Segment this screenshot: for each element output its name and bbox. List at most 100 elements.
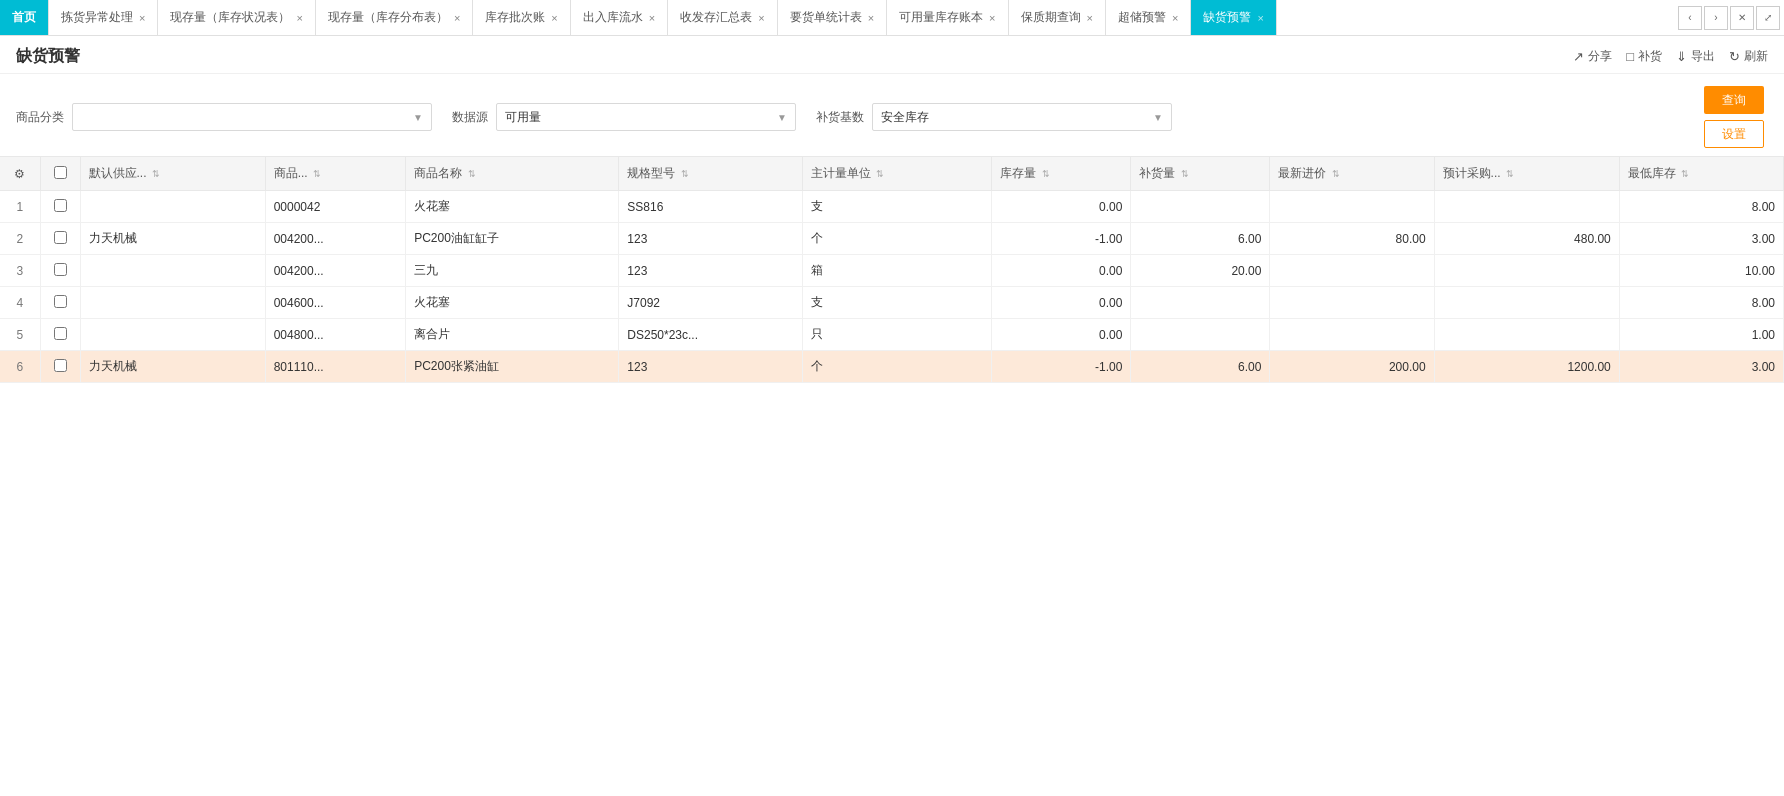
tab-batch-account[interactable]: 库存批次账 ×: [473, 0, 570, 36]
tab-prev-button[interactable]: ‹: [1678, 6, 1702, 30]
row-name-4: 火花塞: [406, 287, 619, 319]
tab-expiry-query-close[interactable]: ×: [1087, 12, 1093, 24]
tab-inventory-status[interactable]: 现存量（库存状况表） ×: [158, 0, 315, 36]
col-gear[interactable]: ⚙: [0, 157, 40, 191]
row-replenish-qty-1: [1131, 191, 1270, 223]
tab-available-ledger-close[interactable]: ×: [989, 12, 995, 24]
row-checkbox-2[interactable]: [54, 231, 67, 244]
category-select[interactable]: ▼: [72, 103, 432, 131]
row-stock-4: 0.00: [992, 287, 1131, 319]
tab-inventory-status-close[interactable]: ×: [296, 12, 302, 24]
row-supplier-5: [80, 319, 265, 351]
tab-order-stats-close[interactable]: ×: [868, 12, 874, 24]
row-latest-price-3: [1270, 255, 1434, 287]
row-latest-price-4: [1270, 287, 1434, 319]
col-check-header: [40, 157, 80, 191]
page-header: 缺货预警 ↗ 分享 □ 补货 ⇓ 导出 ↻ 刷新: [0, 36, 1784, 74]
row-stock-3: 0.00: [992, 255, 1131, 287]
col-min-stock-label: 最低库存: [1628, 166, 1676, 180]
export-action[interactable]: ⇓ 导出: [1676, 48, 1715, 65]
category-select-arrow: ▼: [413, 112, 423, 123]
row-code-3: 004200...: [265, 255, 406, 287]
query-button[interactable]: 查询: [1704, 86, 1764, 114]
tab-receipt-summary-close[interactable]: ×: [758, 12, 764, 24]
col-replenish-qty-header[interactable]: 补货量 ⇅: [1131, 157, 1270, 191]
row-checkbox-6[interactable]: [54, 359, 67, 372]
col-unit-header[interactable]: 主计量单位 ⇅: [803, 157, 992, 191]
tab-inout-flow-close[interactable]: ×: [649, 12, 655, 24]
col-name-header[interactable]: 商品名称 ⇅: [406, 157, 619, 191]
row-check-6[interactable]: [40, 351, 80, 383]
col-min-stock-header[interactable]: 最低库存 ⇅: [1619, 157, 1783, 191]
select-all-checkbox[interactable]: [54, 166, 67, 179]
tab-shortage-warn[interactable]: 缺货预警 ×: [1191, 0, 1276, 36]
col-stock-label: 库存量: [1000, 166, 1036, 180]
datasource-select-value: 可用量: [505, 109, 541, 126]
refresh-action[interactable]: ↻ 刷新: [1729, 48, 1768, 65]
row-spec-4: J7092: [619, 287, 803, 319]
row-est-purchase-1: [1434, 191, 1619, 223]
tab-order-stats[interactable]: 要货单统计表 ×: [778, 0, 887, 36]
row-checkbox-1[interactable]: [54, 199, 67, 212]
row-supplier-3: [80, 255, 265, 287]
col-latest-price-header[interactable]: 最新进价 ⇅: [1270, 157, 1434, 191]
tab-overstock-warn-close[interactable]: ×: [1172, 12, 1178, 24]
col-est-purchase-sort-icon: ⇅: [1506, 169, 1514, 179]
replenish-icon: □: [1626, 49, 1634, 64]
row-name-2: PC200油缸缸子: [406, 223, 619, 255]
tab-receipt-summary-label: 收发存汇总表: [680, 9, 752, 26]
tab-available-ledger-label: 可用量库存账本: [899, 9, 983, 26]
col-est-purchase-header[interactable]: 预计采购... ⇅: [1434, 157, 1619, 191]
row-checkbox-5[interactable]: [54, 327, 67, 340]
row-check-3[interactable]: [40, 255, 80, 287]
share-action[interactable]: ↗ 分享: [1573, 48, 1612, 65]
datasource-select[interactable]: 可用量 ▼: [496, 103, 796, 131]
replenish-select[interactable]: 安全库存 ▼: [872, 103, 1172, 131]
tab-batch-account-close[interactable]: ×: [551, 12, 557, 24]
col-est-purchase-label: 预计采购...: [1443, 166, 1501, 180]
tab-inventory-dist-close[interactable]: ×: [454, 12, 460, 24]
col-supplier-header[interactable]: 默认供应... ⇅: [80, 157, 265, 191]
col-spec-header[interactable]: 规格型号 ⇅: [619, 157, 803, 191]
tab-shortage-warn-close[interactable]: ×: [1257, 12, 1263, 24]
tab-close-all-button[interactable]: ✕: [1730, 6, 1754, 30]
table-row: 6 力天机械 801110... PC200张紧油缸 123 个 -1.00 6…: [0, 351, 1784, 383]
row-check-2[interactable]: [40, 223, 80, 255]
tab-overstock-warn[interactable]: 超储预警 ×: [1106, 0, 1191, 36]
refresh-icon: ↻: [1729, 49, 1740, 64]
tab-receipt-summary[interactable]: 收发存汇总表 ×: [668, 0, 777, 36]
tab-available-ledger[interactable]: 可用量库存账本 ×: [887, 0, 1008, 36]
table-row: 1 0000042 火花塞 SS816 支 0.00 8.00: [0, 191, 1784, 223]
tab-fullscreen-button[interactable]: ⤢: [1756, 6, 1780, 30]
tab-exception[interactable]: 拣货异常处理 ×: [49, 0, 158, 36]
tab-exception-close[interactable]: ×: [139, 12, 145, 24]
row-code-5: 004800...: [265, 319, 406, 351]
row-latest-price-5: [1270, 319, 1434, 351]
tab-inout-flow[interactable]: 出入库流水 ×: [571, 0, 668, 36]
tab-expiry-query[interactable]: 保质期查询 ×: [1009, 0, 1106, 36]
row-min-stock-6: 3.00: [1619, 351, 1783, 383]
row-checkbox-3[interactable]: [54, 263, 67, 276]
row-check-1[interactable]: [40, 191, 80, 223]
row-num-1: 1: [0, 191, 40, 223]
replenish-action[interactable]: □ 补货: [1626, 48, 1662, 65]
replenish-filter-label: 补货基数: [816, 109, 864, 126]
col-name-label: 商品名称: [414, 166, 462, 180]
tab-inventory-dist[interactable]: 现存量（库存分布表） ×: [316, 0, 473, 36]
col-spec-label: 规格型号: [627, 166, 675, 180]
tab-home[interactable]: 首页: [0, 0, 49, 36]
col-spec-sort-icon: ⇅: [681, 169, 689, 179]
tab-next-button[interactable]: ›: [1704, 6, 1728, 30]
settings-button[interactable]: 设置: [1704, 120, 1764, 148]
row-num-5: 5: [0, 319, 40, 351]
row-check-5[interactable]: [40, 319, 80, 351]
tab-order-stats-label: 要货单统计表: [790, 9, 862, 26]
row-stock-1: 0.00: [992, 191, 1131, 223]
col-code-header[interactable]: 商品... ⇅: [265, 157, 406, 191]
row-est-purchase-6: 1200.00: [1434, 351, 1619, 383]
row-code-4: 004600...: [265, 287, 406, 319]
col-latest-price-label: 最新进价: [1278, 166, 1326, 180]
col-stock-header[interactable]: 库存量 ⇅: [992, 157, 1131, 191]
row-checkbox-4[interactable]: [54, 295, 67, 308]
row-check-4[interactable]: [40, 287, 80, 319]
